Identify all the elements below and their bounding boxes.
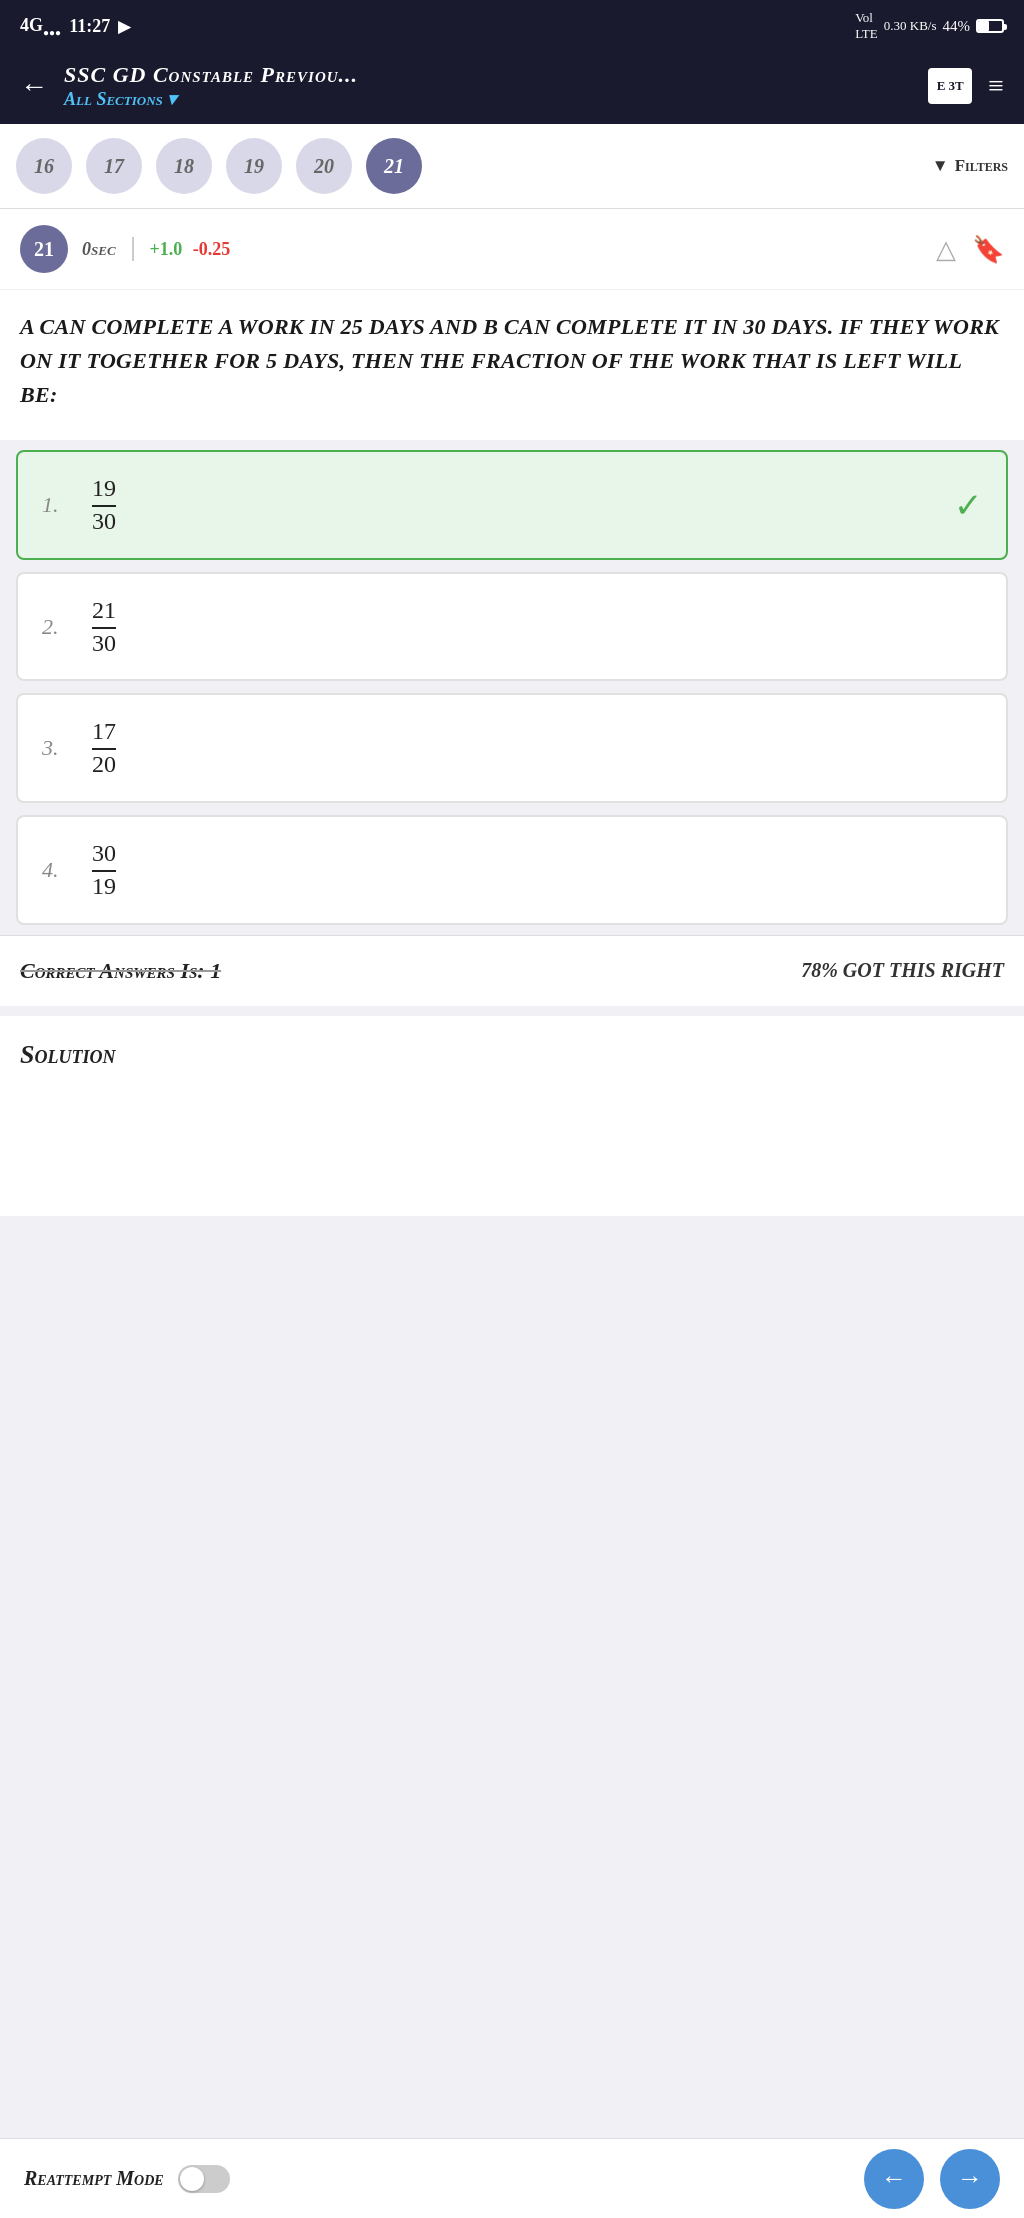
status-bar: 4G●●● 11:27 ▶ VolLTE 0.30 KB/s 44% <box>0 0 1024 52</box>
status-left: 4G●●● 11:27 ▶ <box>20 15 130 38</box>
filter-icon: ▼ <box>932 156 949 176</box>
option-1-num: 1. <box>42 492 72 518</box>
filter-label: Filters <box>955 156 1008 176</box>
option-1-numerator: 19 <box>92 474 116 507</box>
meta-divider <box>132 237 134 261</box>
warning-icon[interactable]: △ <box>936 234 956 265</box>
status-right: VolLTE 0.30 KB/s 44% <box>855 10 1004 42</box>
option-2-numerator: 21 <box>92 596 116 629</box>
back-button[interactable]: ← <box>20 70 48 102</box>
option-3[interactable]: 3. 17 20 <box>16 693 1008 803</box>
option-4-denominator: 19 <box>92 872 116 901</box>
option-4-num: 4. <box>42 857 72 883</box>
ebook-label: E 3T <box>937 78 964 94</box>
tab-19[interactable]: 19 <box>226 138 282 194</box>
option-3-denominator: 20 <box>92 750 116 779</box>
question-header: 21 0sec +1.0 -0.25 △ 🔖 <box>0 209 1024 290</box>
reattempt-mode-control: Reattempt Mode <box>24 2165 230 2193</box>
bookmark-icon[interactable]: 🔖 <box>972 234 1004 265</box>
time-display: 11:27 <box>69 16 110 37</box>
header-right: E 3T ≡ <box>928 68 1004 104</box>
reattempt-label: Reattempt Mode <box>24 2167 164 2190</box>
menu-button[interactable]: ≡ <box>988 70 1004 102</box>
correct-answer-label: Correct Answers Is: 1 <box>20 958 221 984</box>
battery-percent: 44% <box>943 18 971 35</box>
option-4[interactable]: 4. 30 19 <box>16 815 1008 925</box>
option-2-text: 21 30 <box>92 596 116 658</box>
vol-lte-label: VolLTE <box>855 10 878 42</box>
options-section: 1. 19 30 ✓ 2. 21 30 3. 17 20 4. 30 19 <box>0 440 1024 934</box>
tab-20[interactable]: 20 <box>296 138 352 194</box>
negative-score: -0.25 <box>193 239 231 259</box>
record-icon: ▶ <box>118 17 130 36</box>
header: ← SSC GD Constable Previou... All Sectio… <box>0 52 1024 124</box>
tab-17[interactable]: 17 <box>86 138 142 194</box>
question-time: 0sec <box>82 239 116 260</box>
option-2-denominator: 30 <box>92 629 116 658</box>
option-3-num: 3. <box>42 735 72 761</box>
header-center: SSC GD Constable Previou... All Sections… <box>64 62 912 110</box>
question-section: 21 0sec +1.0 -0.25 △ 🔖 A can complete a … <box>0 209 1024 440</box>
next-button[interactable]: → <box>940 2149 1000 2209</box>
navigation-buttons: ← → <box>864 2149 1000 2209</box>
section-selector[interactable]: All Sections ▾ <box>64 88 912 110</box>
correct-check-icon: ✓ <box>954 485 982 525</box>
option-4-numerator: 30 <box>92 839 116 872</box>
battery-icon <box>976 19 1004 33</box>
app-title: SSC GD Constable Previou... <box>64 62 912 88</box>
data-rate: 0.30 KB/s <box>884 18 937 34</box>
option-3-text: 17 20 <box>92 717 116 779</box>
bottom-bar: Reattempt Mode ← → <box>0 2138 1024 2218</box>
prev-button[interactable]: ← <box>864 2149 924 2209</box>
option-1-text: 19 30 <box>92 474 116 536</box>
tab-16[interactable]: 16 <box>16 138 72 194</box>
reattempt-toggle[interactable] <box>178 2165 230 2193</box>
chevron-down-icon: ▾ <box>167 88 176 110</box>
question-text: A can complete a work in 25 days and B c… <box>0 290 1024 440</box>
question-score: +1.0 -0.25 <box>150 239 231 260</box>
question-meta: 0sec +1.0 -0.25 <box>82 237 230 261</box>
section-label: All Sections <box>64 89 163 110</box>
correct-percent: 78% got this right <box>801 959 1004 982</box>
option-1[interactable]: 1. 19 30 ✓ <box>16 450 1008 560</box>
filter-button[interactable]: ▼ Filters <box>932 156 1008 176</box>
option-1-denominator: 30 <box>92 507 116 536</box>
tab-18[interactable]: 18 <box>156 138 212 194</box>
positive-score: +1.0 <box>150 239 183 259</box>
option-2-num: 2. <box>42 614 72 640</box>
solution-title: Solution <box>20 1040 1004 1070</box>
ebook-button[interactable]: E 3T <box>928 68 972 104</box>
spacer <box>0 1216 1024 1316</box>
signal-indicator: 4G●●● <box>20 15 61 38</box>
option-2[interactable]: 2. 21 30 <box>16 572 1008 682</box>
option-4-text: 30 19 <box>92 839 116 901</box>
option-3-numerator: 17 <box>92 717 116 750</box>
tab-strip: 16 17 18 19 20 21 ▼ Filters <box>0 124 1024 209</box>
question-number-badge: 21 <box>20 225 68 273</box>
solution-section: Solution <box>0 1016 1024 1216</box>
tab-21[interactable]: 21 <box>366 138 422 194</box>
question-icons: △ 🔖 <box>936 234 1004 265</box>
toggle-knob <box>180 2167 204 2191</box>
correct-answers-bar: Correct Answers Is: 1 78% got this right <box>0 935 1024 1006</box>
